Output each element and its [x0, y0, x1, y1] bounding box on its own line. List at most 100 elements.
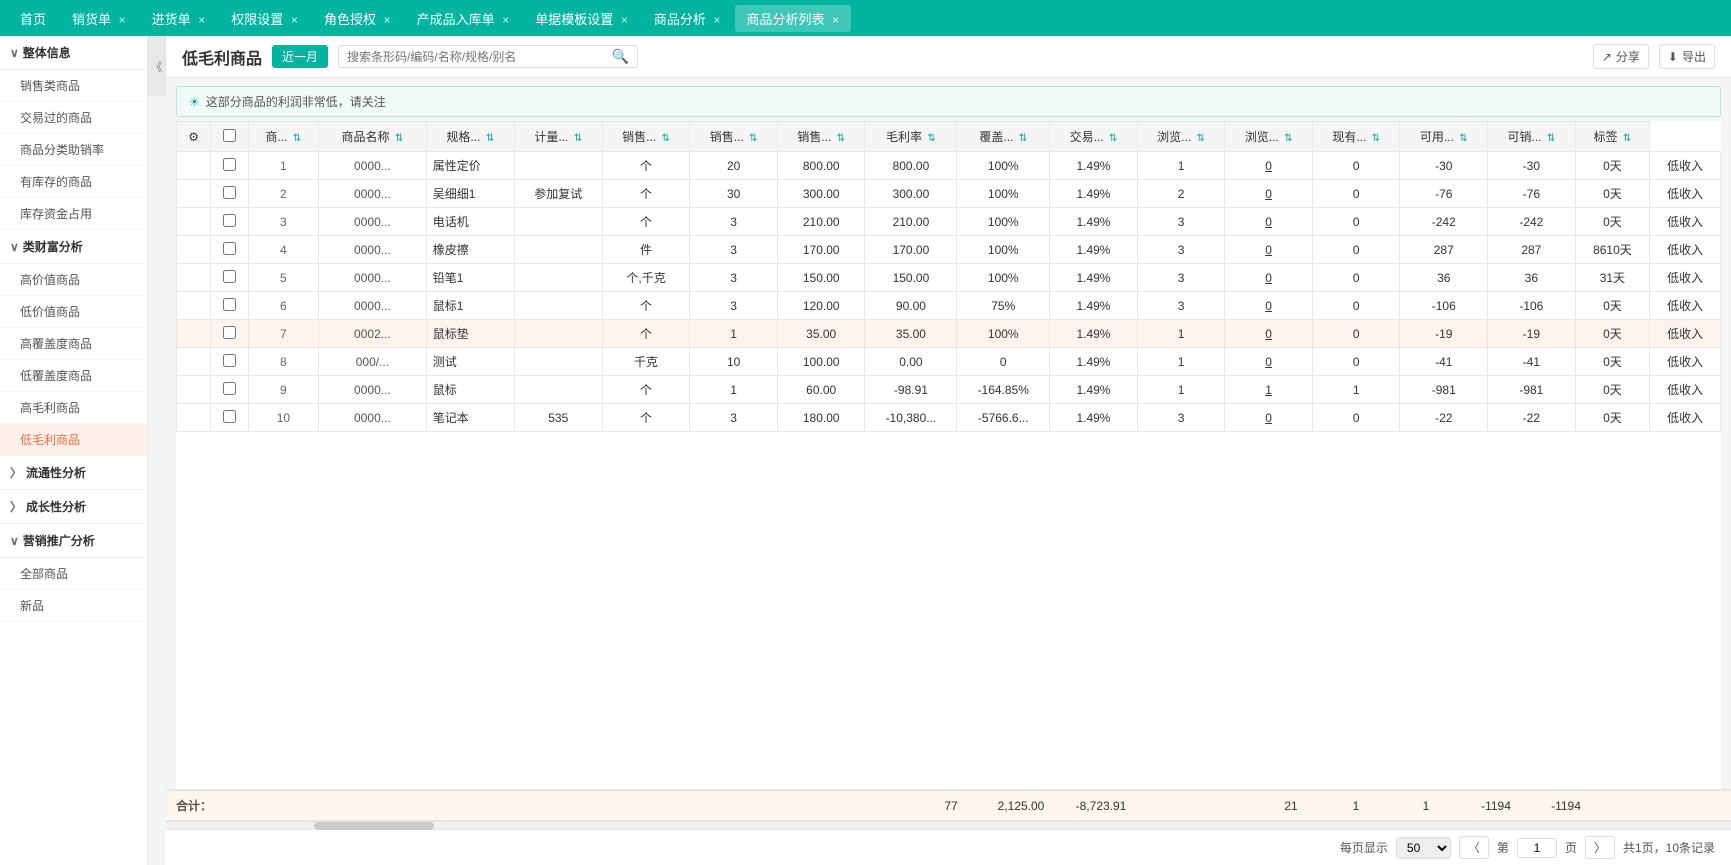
sidebar-item-high-value[interactable]: 高价值商品: [0, 264, 147, 296]
cell-name[interactable]: 鼠标1: [426, 292, 514, 320]
row-checkbox[interactable]: [223, 242, 236, 255]
view1-link[interactable]: 0: [1265, 243, 1272, 257]
cell-checkbox[interactable]: [211, 376, 248, 404]
time-filter-button[interactable]: 近一月: [272, 45, 328, 68]
cell-view1[interactable]: 0: [1225, 208, 1313, 236]
col-name[interactable]: 商品名称 ⇅: [319, 122, 427, 152]
cell-name[interactable]: 鼠标垫: [426, 320, 514, 348]
view1-link[interactable]: 0: [1265, 187, 1272, 201]
view1-link[interactable]: 0: [1265, 299, 1272, 313]
col-checkbox[interactable]: [211, 122, 248, 152]
nav-item-warehouse[interactable]: 产成品入库单 ×: [405, 5, 522, 32]
cell-view1[interactable]: 0: [1225, 264, 1313, 292]
cell-name[interactable]: 测试: [426, 348, 514, 376]
cell-checkbox[interactable]: [211, 180, 248, 208]
cell-view1[interactable]: 0: [1225, 236, 1313, 264]
nav-item-template[interactable]: 单据模板设置 ×: [523, 5, 640, 32]
close-icon[interactable]: ×: [198, 13, 205, 27]
view1-link[interactable]: 0: [1265, 327, 1272, 341]
col-tag[interactable]: 标签 ⇅: [1575, 122, 1650, 152]
col-code[interactable]: 商... ⇅: [248, 122, 318, 152]
sidebar-group-overall[interactable]: ∨ 整体信息: [0, 36, 147, 70]
sidebar-group-growth[interactable]: 〉 成长性分析: [0, 490, 147, 524]
col-view2[interactable]: 浏览... ⇅: [1225, 122, 1313, 152]
sidebar-item-high-coverage[interactable]: 高覆盖度商品: [0, 328, 147, 360]
prev-page-button[interactable]: 〈: [1459, 836, 1489, 859]
row-checkbox[interactable]: [223, 158, 236, 171]
sidebar-item-low-margin[interactable]: 低毛利商品: [0, 424, 147, 456]
row-checkbox[interactable]: [223, 410, 236, 423]
cell-view1[interactable]: 0: [1225, 152, 1313, 180]
sidebar-item-sales-goods[interactable]: 销售类商品: [0, 70, 147, 102]
scroll-thumb[interactable]: [314, 822, 434, 830]
col-trade[interactable]: 交易... ⇅: [1050, 122, 1138, 152]
select-all-checkbox[interactable]: [223, 129, 236, 142]
cell-view1[interactable]: 0: [1225, 348, 1313, 376]
nav-item-purchase[interactable]: 进货单 ×: [140, 5, 218, 32]
sidebar-item-category-rate[interactable]: 商品分类助销率: [0, 134, 147, 166]
col-available[interactable]: 可用... ⇅: [1400, 122, 1488, 152]
cell-view1[interactable]: 0: [1225, 180, 1313, 208]
page-size-select[interactable]: 50 100 200: [1396, 837, 1451, 859]
share-button[interactable]: ↗ 分享: [1593, 44, 1649, 69]
close-icon[interactable]: ×: [832, 13, 839, 27]
search-input[interactable]: [347, 50, 612, 64]
col-current[interactable]: 现有... ⇅: [1312, 122, 1400, 152]
cell-checkbox[interactable]: [211, 208, 248, 236]
export-button[interactable]: ⬇ 导出: [1659, 44, 1715, 69]
cell-name[interactable]: 鼠标: [426, 376, 514, 404]
row-checkbox[interactable]: [223, 270, 236, 283]
nav-item-permissions[interactable]: 权限设置 ×: [219, 5, 310, 32]
sidebar-item-capital[interactable]: 库存资金占用: [0, 198, 147, 230]
horizontal-scrollbar[interactable]: [166, 821, 1731, 829]
sidebar-item-new-goods[interactable]: 新品: [0, 590, 147, 622]
cell-name[interactable]: 笔记本: [426, 404, 514, 432]
col-sales-count[interactable]: 销售... ⇅: [602, 122, 690, 152]
view1-link[interactable]: 1: [1265, 383, 1272, 397]
sidebar-group-liquidity[interactable]: 〉 流通性分析: [0, 456, 147, 490]
cell-view1[interactable]: 0: [1225, 404, 1313, 432]
cell-checkbox[interactable]: [211, 236, 248, 264]
cell-name[interactable]: 吴细细1: [426, 180, 514, 208]
col-coverage[interactable]: 覆盖... ⇅: [957, 122, 1050, 152]
cell-checkbox[interactable]: [211, 292, 248, 320]
sidebar-item-low-coverage[interactable]: 低覆盖度商品: [0, 360, 147, 392]
sidebar-item-low-value[interactable]: 低价值商品: [0, 296, 147, 328]
col-sales-amount[interactable]: 销售... ⇅: [690, 122, 778, 152]
cell-checkbox[interactable]: [211, 404, 248, 432]
view1-link[interactable]: 0: [1265, 411, 1272, 425]
sidebar-collapse-button[interactable]: 《: [148, 36, 166, 96]
sidebar-group-wealth[interactable]: ∨ 类财富分析: [0, 230, 147, 264]
row-checkbox[interactable]: [223, 354, 236, 367]
cell-view1[interactable]: 0: [1225, 292, 1313, 320]
cell-name[interactable]: 橡皮擦: [426, 236, 514, 264]
cell-checkbox[interactable]: [211, 348, 248, 376]
cell-name[interactable]: 属性定价: [426, 152, 514, 180]
sidebar-item-traded-goods[interactable]: 交易过的商品: [0, 102, 147, 134]
nav-item-roles[interactable]: 角色授权 ×: [312, 5, 403, 32]
row-checkbox[interactable]: [223, 326, 236, 339]
search-icon[interactable]: 🔍: [612, 48, 629, 65]
view1-link[interactable]: 0: [1265, 215, 1272, 229]
close-icon[interactable]: ×: [713, 13, 720, 27]
next-page-button[interactable]: 〉: [1585, 836, 1615, 859]
sidebar-item-high-margin[interactable]: 高毛利商品: [0, 392, 147, 424]
sidebar-item-stocked-goods[interactable]: 有库存的商品: [0, 166, 147, 198]
nav-item-analysis[interactable]: 商品分析 ×: [642, 5, 733, 32]
view1-link[interactable]: 0: [1265, 159, 1272, 173]
sidebar-group-marketing[interactable]: ∨ 营销推广分析: [0, 524, 147, 558]
col-unit[interactable]: 计量... ⇅: [514, 122, 602, 152]
col-settings[interactable]: ⚙: [177, 122, 211, 152]
close-icon[interactable]: ×: [291, 13, 298, 27]
view1-link[interactable]: 0: [1265, 355, 1272, 369]
cell-name[interactable]: 铅笔1: [426, 264, 514, 292]
cell-checkbox[interactable]: [211, 152, 248, 180]
nav-item-analysis-list[interactable]: 商品分析列表 ×: [735, 5, 852, 32]
col-view1[interactable]: 浏览... ⇅: [1137, 122, 1225, 152]
cell-view1[interactable]: 0: [1225, 320, 1313, 348]
col-gross-rate[interactable]: 毛利率 ⇅: [865, 122, 957, 152]
view1-link[interactable]: 0: [1265, 271, 1272, 285]
page-number-input[interactable]: [1517, 838, 1557, 858]
cell-view1[interactable]: 1: [1225, 376, 1313, 404]
cell-checkbox[interactable]: [211, 320, 248, 348]
